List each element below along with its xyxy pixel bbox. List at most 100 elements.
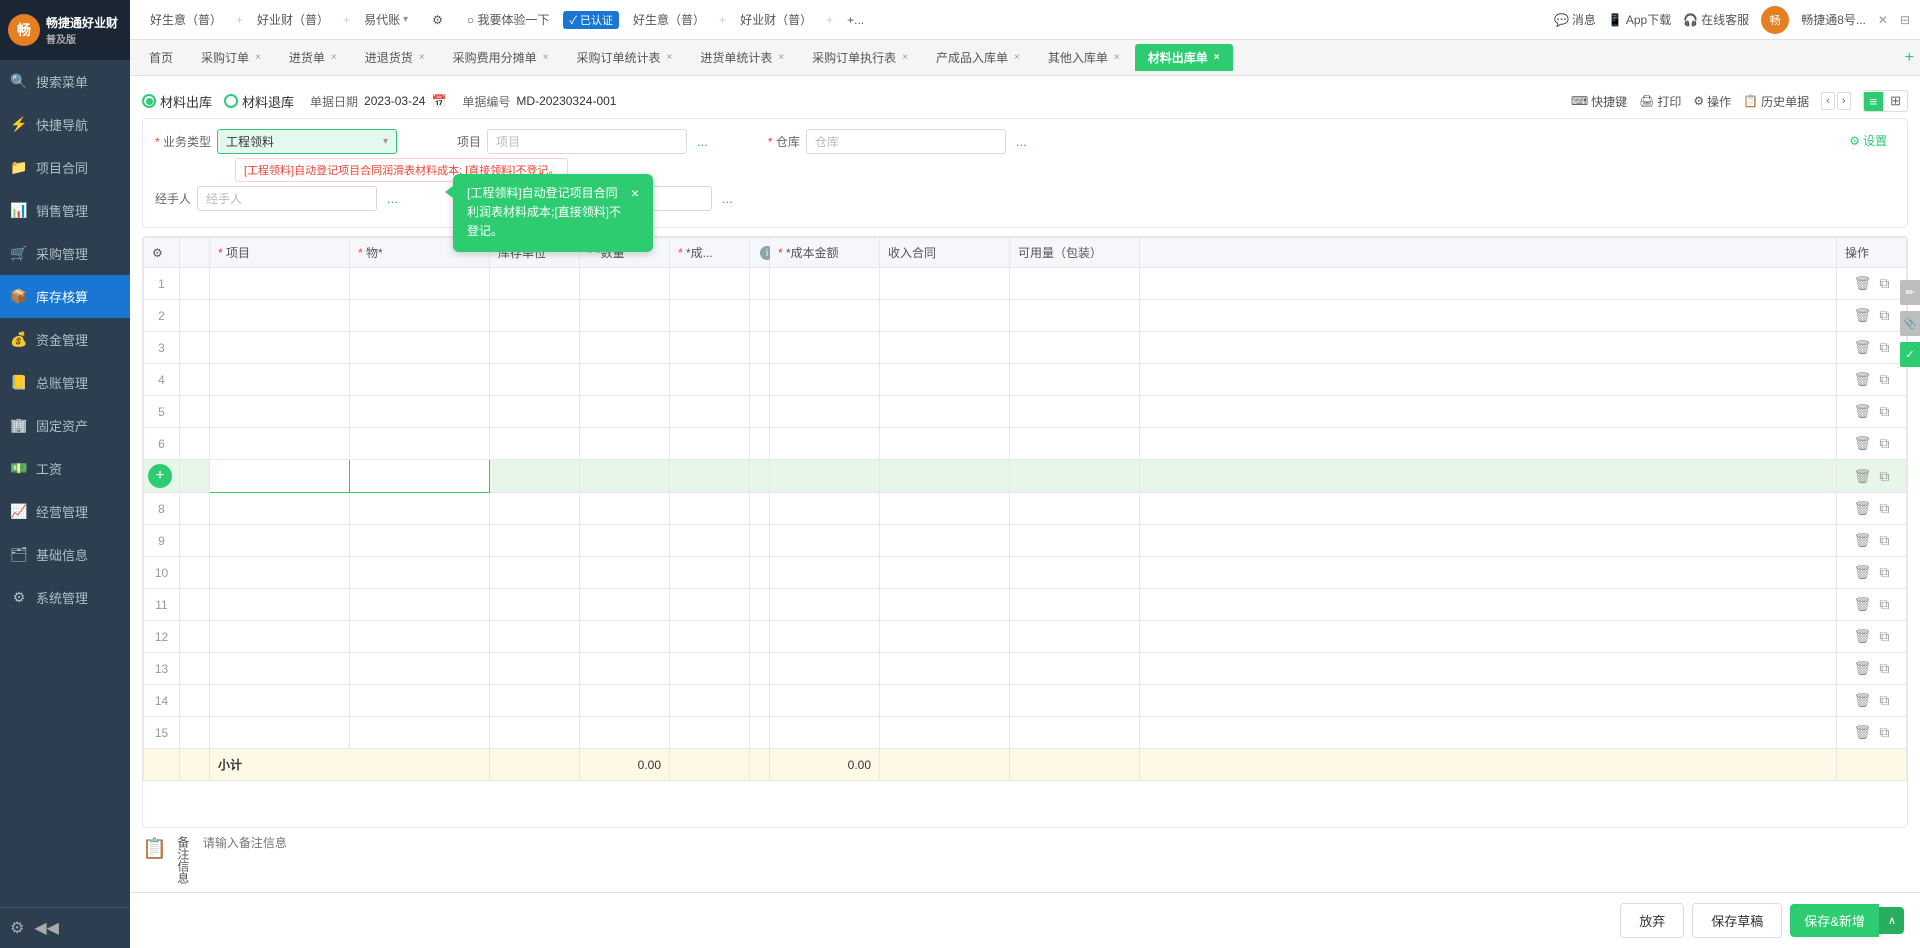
handler-ellipsis[interactable]: ... [387, 191, 398, 206]
save-draft-btn[interactable]: 保存草稿 [1692, 903, 1782, 938]
copy-btn[interactable]: ⧉ [1875, 722, 1893, 743]
copy-btn[interactable]: ⧉ [1875, 337, 1893, 358]
delete-btn[interactable]: 🗑 [1850, 369, 1876, 390]
nav-good-business-2[interactable]: 好生意（普） [623, 7, 715, 32]
nav-customer-service[interactable]: 🎧在线客服 [1683, 11, 1749, 28]
copy-btn[interactable]: ⧉ [1875, 433, 1893, 454]
delete-btn[interactable]: 🗑 [1850, 594, 1876, 615]
sidebar-item-assets[interactable]: 🏢 固定资产 [0, 404, 130, 447]
copy-btn[interactable]: ⧉ [1875, 690, 1893, 711]
nav-good-finance[interactable]: 好业财（普） [247, 7, 339, 32]
nav-message[interactable]: 💬消息 [1554, 11, 1596, 28]
delete-btn[interactable]: 🗑 [1850, 562, 1876, 583]
nav-app-download[interactable]: 📱App下载 [1608, 11, 1671, 28]
nav-more[interactable]: +... [837, 9, 874, 31]
calendar-icon[interactable]: 📅 [431, 94, 446, 108]
delete-btn[interactable]: 🗑 [1850, 658, 1876, 679]
tab-expense[interactable]: 采购费用分摊单 × [440, 44, 562, 71]
save-new-main-btn[interactable]: 保存&新增 [1790, 904, 1879, 937]
sidebar-item-quick[interactable]: ⚡ 快捷导航 [0, 103, 130, 146]
sidebar-item-ledger[interactable]: 📒 总账管理 [0, 361, 130, 404]
copy-btn[interactable]: ⧉ [1875, 466, 1893, 487]
operation-btn[interactable]: ⚙ 操作 [1693, 93, 1731, 110]
save-new-arrow-btn[interactable]: ∧ [1879, 907, 1904, 934]
quick-key-btn[interactable]: ⌨ 快捷键 [1571, 93, 1627, 110]
handler-input[interactable]: 经手人 [197, 186, 377, 211]
project-input[interactable]: 项目 [487, 129, 687, 154]
right-edit-icon[interactable]: ✏ [1900, 280, 1920, 305]
add-row-btn[interactable]: + [148, 464, 172, 488]
sidebar-item-inventory[interactable]: 📦 库存核算 [0, 275, 130, 318]
copy-btn[interactable]: ⧉ [1875, 562, 1893, 583]
sidebar-item-basic[interactable]: 🗂 基础信息 [0, 533, 130, 576]
copy-btn[interactable]: ⧉ [1875, 305, 1893, 326]
sidebar-item-purchase[interactable]: 🛒 采购管理 [0, 232, 130, 275]
copy-btn[interactable]: ⧉ [1875, 626, 1893, 647]
sidebar-item-salary[interactable]: 💵 工资 [0, 447, 130, 490]
user-avatar[interactable]: 畅 [1761, 6, 1789, 34]
delete-btn[interactable]: 🗑 [1850, 433, 1876, 454]
tab-return[interactable]: 进退货货 × [352, 44, 438, 71]
nav-settings-gear[interactable]: ⚙ [422, 9, 453, 31]
tab-other-in[interactable]: 其他入库单 × [1035, 44, 1133, 71]
view-list[interactable]: ≡ [1864, 92, 1885, 111]
sidebar-item-project[interactable]: 📁 项目合同 [0, 146, 130, 189]
close-window-btn[interactable]: ✕ [1878, 13, 1888, 27]
delete-btn[interactable]: 🗑 [1850, 498, 1876, 519]
sidebar-item-finance[interactable]: 💰 资金管理 [0, 318, 130, 361]
collapse-icon[interactable]: ◀◀ [34, 918, 59, 938]
settings-btn[interactable]: ⚙ 放弃 设置 [1841, 129, 1895, 152]
nav-good-business[interactable]: 好生意（普） [140, 7, 232, 32]
tab-purchase-order[interactable]: 采购订单 × [188, 44, 274, 71]
delete-btn[interactable]: 🗑 [1850, 626, 1876, 647]
copy-btn[interactable]: ⧉ [1875, 498, 1893, 519]
delete-btn[interactable]: 🗑 [1850, 722, 1876, 743]
delete-btn[interactable]: 🗑 [1850, 305, 1876, 326]
tooltip-close-btn[interactable]: × [631, 182, 639, 204]
date-value[interactable]: 2023-03-24 [364, 94, 425, 108]
nav-prev[interactable]: ‹ [1821, 92, 1835, 110]
tab-home[interactable]: 首页 [136, 44, 186, 71]
delete-btn[interactable]: 🗑 [1850, 401, 1876, 422]
tab-add-btn[interactable]: + [1905, 49, 1914, 67]
project-ellipsis[interactable]: ... [697, 134, 708, 149]
right-green-icon[interactable]: ✓ [1900, 342, 1920, 367]
warehouse-ellipsis[interactable]: ... [1016, 134, 1027, 149]
copy-btn[interactable]: ⧉ [1875, 401, 1893, 422]
tab-product-in[interactable]: 产成品入库单 × [923, 44, 1033, 71]
th-gear[interactable]: ⚙ [144, 238, 180, 268]
tab-material-out[interactable]: 材料出库单 × [1135, 44, 1233, 71]
radio-material-out[interactable]: 材料出库 [142, 92, 212, 111]
copy-btn[interactable]: ⧉ [1875, 594, 1893, 615]
copy-btn[interactable]: ⧉ [1875, 369, 1893, 390]
copy-btn[interactable]: ⧉ [1875, 273, 1893, 294]
radio-material-return[interactable]: 材料退库 [224, 92, 294, 111]
tab-incoming-stat[interactable]: 进货单统计表 × [687, 44, 797, 71]
business-type-input[interactable]: 工程领料 ▾ [217, 129, 397, 154]
sidebar-item-search[interactable]: 🔍 搜索菜单 [0, 60, 130, 103]
sidebar-item-sales[interactable]: 📊 销售管理 [0, 189, 130, 232]
notes-input[interactable] [203, 836, 1908, 850]
tab-incoming[interactable]: 进货单 × [276, 44, 350, 71]
sidebar-item-system[interactable]: ⚙ 系统管理 [0, 576, 130, 619]
settings-bottom-icon[interactable]: ⚙ [10, 918, 24, 938]
history-btn[interactable]: 📋 历史单据 [1743, 93, 1809, 110]
discard-btn[interactable]: 放弃 [1620, 903, 1684, 938]
right-attach-icon[interactable]: 📎 [1900, 311, 1920, 336]
sidebar-item-operations[interactable]: 📈 经营管理 [0, 490, 130, 533]
delete-btn[interactable]: 🗑 [1850, 690, 1876, 711]
delete-btn[interactable]: 🗑 [1850, 273, 1876, 294]
tab-purchase-exec[interactable]: 采购订单执行表 × [799, 44, 921, 71]
nav-agent[interactable]: 易代账 ▾ [354, 7, 418, 32]
view-grid[interactable]: ⊞ [1884, 91, 1907, 111]
delete-btn[interactable]: 🗑 [1850, 337, 1876, 358]
minimize-window-btn[interactable]: ⊟ [1900, 13, 1910, 27]
nav-next[interactable]: › [1837, 92, 1851, 110]
nav-good-finance-2[interactable]: 好业财（普） [730, 7, 822, 32]
nav-experience[interactable]: ○ 我要体验一下 [457, 7, 560, 32]
warehouse-input[interactable]: 仓库 [806, 129, 1006, 154]
income-contract-ellipsis[interactable]: ... [722, 191, 733, 206]
print-btn[interactable]: 🖨 打印 [1639, 93, 1681, 110]
copy-btn[interactable]: ⧉ [1875, 658, 1893, 679]
tab-purchase-stat[interactable]: 采购订单统计表 × [563, 44, 685, 71]
